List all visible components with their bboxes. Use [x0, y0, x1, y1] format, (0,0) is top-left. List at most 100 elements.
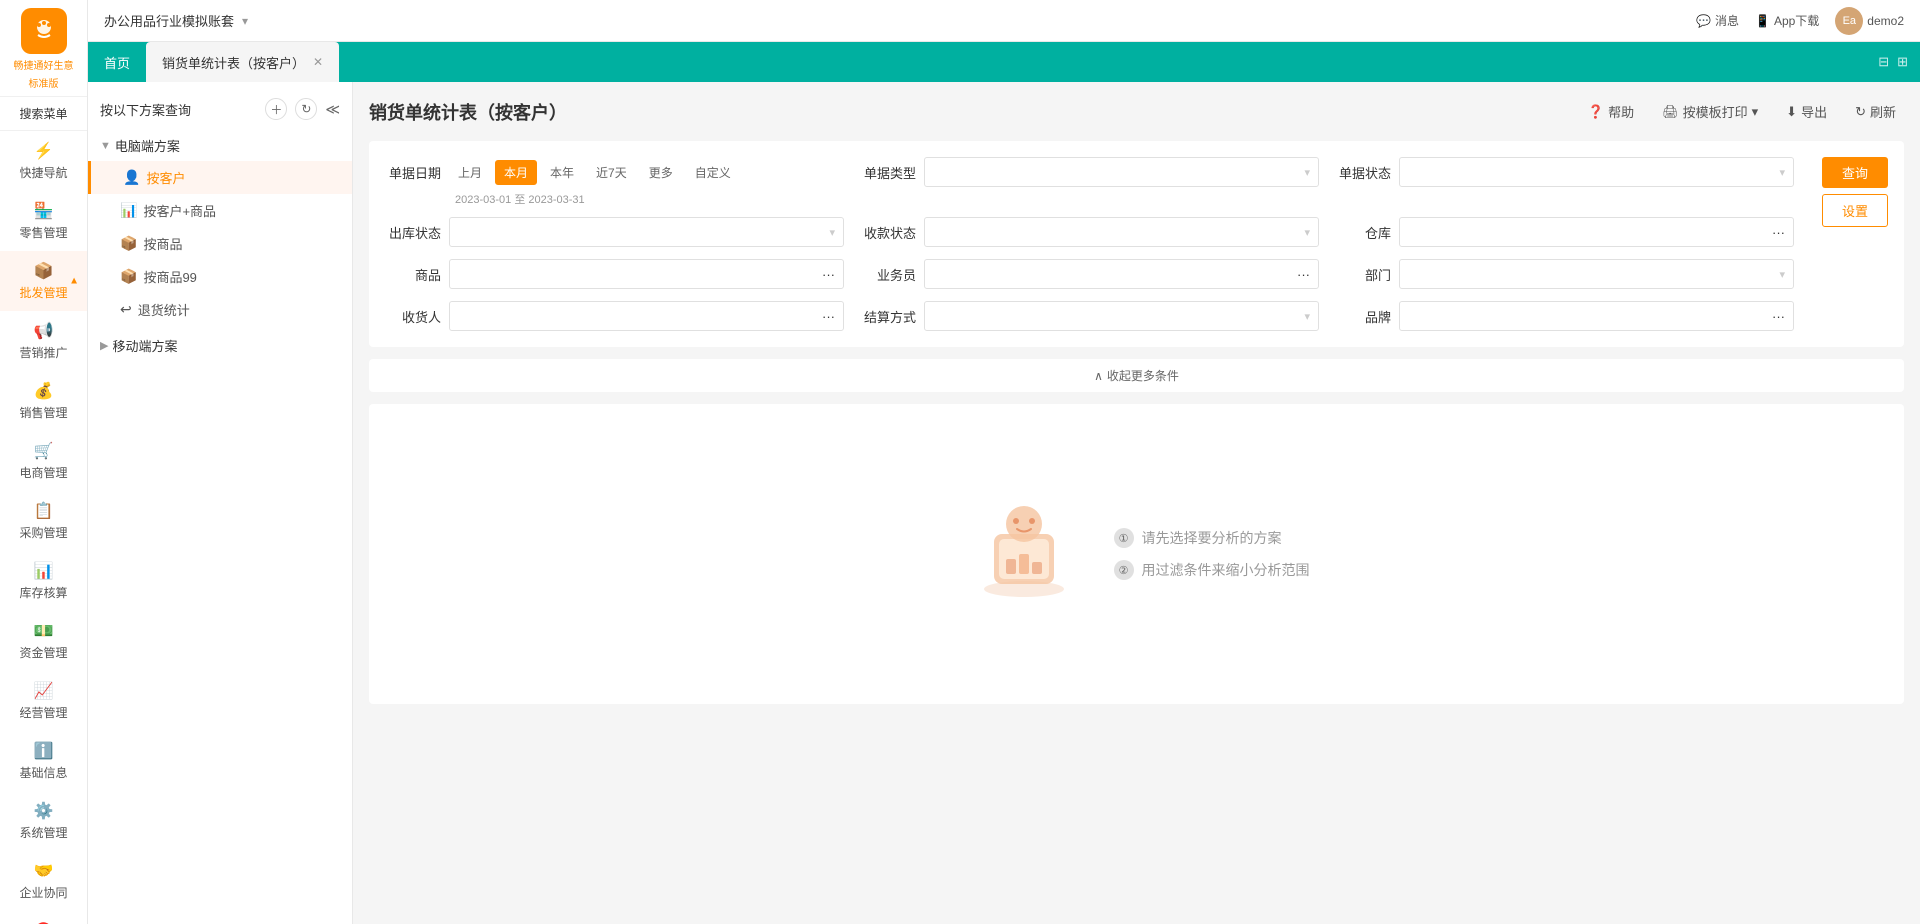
step-num-2: ② [1114, 560, 1134, 580]
doc-status-select[interactable]: ▾ [1399, 157, 1794, 187]
minimize-icon[interactable]: ⊟ [1878, 54, 1889, 70]
doc-type-select[interactable]: ▾ [924, 157, 1319, 187]
filter-receipt: 收款状态 ▾ [860, 217, 1319, 247]
tree-item-by-goods[interactable]: 📦 按商品 [88, 227, 352, 260]
filter-date: 单据日期 上月 本月 本年 近7天 更多 自定义 [385, 160, 844, 185]
sidebar-item-system[interactable]: ⚙️ 系统管理 [0, 791, 87, 851]
settings-btn[interactable]: 设置 [1822, 194, 1888, 227]
tree-item-by-goods-99[interactable]: 📦 按商品99 [88, 260, 352, 293]
sidebar-item-sales[interactable]: 💰 销售管理 [0, 371, 87, 431]
warehouse-input[interactable]: ··· [1399, 217, 1794, 247]
desktop-section: ▼ 电脑端方案 👤 按客户 📊 按客户+商品 📦 按商品 📦 按商品 [88, 130, 352, 326]
query-btn[interactable]: 查询 [1822, 157, 1888, 188]
sidebar-item-marketing[interactable]: 📢 营销推广 [0, 311, 87, 371]
basic-icon: ℹ️ [34, 741, 54, 761]
filter-row-1: 单据日期 上月 本月 本年 近7天 更多 自定义 [385, 157, 1794, 187]
mobile-section: ▶ 移动端方案 [88, 330, 352, 361]
search-menu-label[interactable]: 搜索菜单 [19, 105, 67, 122]
sidebar-search[interactable]: 搜索菜单 [0, 97, 87, 131]
sidebar-item-operations[interactable]: 📈 经营管理 [0, 671, 87, 731]
operations-label: 经营管理 [19, 704, 67, 721]
sidebar-item-quick-nav[interactable]: ⚡ 快捷导航 [0, 131, 87, 191]
outstock-label: 出库状态 [385, 223, 441, 242]
tab-expand[interactable]: ⊟ ⊞ [1866, 54, 1920, 70]
template-print-btn[interactable]: 🖨 按模板打印 ▾ [1654, 98, 1766, 125]
sidebar-item-wholesale[interactable]: 📦 批发管理 ▲ [0, 251, 87, 311]
panel-collapse-btn[interactable]: ≪ [325, 101, 340, 118]
date-btn-this-month[interactable]: 本月 [495, 160, 537, 185]
export-btn[interactable]: ⬇ 导出 [1778, 98, 1835, 125]
filter-row-2: 出库状态 ▾ 收款状态 ▾ [385, 217, 1794, 247]
receiver-dots: ··· [822, 309, 835, 324]
desktop-section-header[interactable]: ▼ 电脑端方案 [88, 130, 352, 161]
outstock-select[interactable]: ▾ [449, 217, 844, 247]
staff-input[interactable]: ··· [924, 259, 1319, 289]
panel-refresh-btn[interactable]: ↻ [295, 98, 317, 120]
right-panel: 销货单统计表（按客户） ❓ 帮助 🖨 按模板打印 ▾ ⬇ 导出 [353, 82, 1920, 924]
export-label: 导出 [1801, 102, 1827, 121]
sidebar-item-collab[interactable]: 🤝 企业协同 [0, 851, 87, 911]
tree-item-return-stats[interactable]: ↩ 退货统计 [88, 293, 352, 326]
maximize-icon[interactable]: ⊞ [1897, 54, 1908, 70]
sidebar-item-purchase[interactable]: 📋 采购管理 [0, 491, 87, 551]
date-range-text: 2023-03-01 至 2023-03-31 [455, 194, 585, 206]
desktop-section-label: 电脑端方案 [115, 136, 180, 155]
receiver-input[interactable]: ··· [449, 301, 844, 331]
empty-step-1: ① 请先选择要分析的方案 [1114, 528, 1310, 548]
refresh-btn[interactable]: ↻ 刷新 [1847, 98, 1904, 125]
collab-icon: 🤝 [34, 861, 54, 881]
sidebar-item-inventory[interactable]: 📊 库存核算 [0, 551, 87, 611]
settlement-select[interactable]: ▾ [924, 301, 1319, 331]
marketing-icon: 📢 [34, 321, 54, 341]
help-btn[interactable]: ❓ 帮助 [1580, 98, 1642, 125]
sidebar-item-basic[interactable]: ℹ️ 基础信息 [0, 731, 87, 791]
dept-select[interactable]: ▾ [1399, 259, 1794, 289]
user-action[interactable]: Ea demo2 [1835, 7, 1904, 35]
basic-label: 基础信息 [19, 764, 67, 781]
goods-dots: ··· [822, 267, 835, 282]
tree-item-by-customer-goods[interactable]: 📊 按客户+商品 [88, 194, 352, 227]
date-btn-7days[interactable]: 近7天 [587, 160, 636, 185]
left-panel: 按以下方案查询 ＋ ↻ ≪ ▼ 电脑端方案 👤 按客户 📊 按 [88, 82, 353, 924]
tab-sales-stat[interactable]: 销货单统计表（按客户） ✕ [146, 42, 339, 82]
tab-sales-stat-label: 销货单统计表（按客户） [162, 53, 305, 72]
date-btn-more[interactable]: 更多 [640, 160, 682, 185]
sidebar-item-finance[interactable]: 💵 资金管理 [0, 611, 87, 671]
panel-title: 按以下方案查询 [100, 100, 191, 119]
wholesale-arrow: ▲ [69, 276, 79, 287]
filter-settlement: 结算方式 ▾ [860, 301, 1319, 331]
mobile-section-header[interactable]: ▶ 移动端方案 [88, 330, 352, 361]
sidebar-item-guide[interactable]: 🎯 新手引导 [0, 911, 87, 924]
dept-label: 部门 [1335, 265, 1391, 284]
date-btn-custom[interactable]: 自定义 [686, 160, 740, 185]
receipt-select[interactable]: ▾ [924, 217, 1319, 247]
message-action[interactable]: 💬 消息 [1696, 12, 1739, 29]
tree-item-by-customer[interactable]: 👤 按客户 [88, 161, 352, 194]
tab-home[interactable]: 首页 [88, 42, 146, 82]
filter-staff: 业务员 ··· [860, 259, 1319, 289]
collab-label: 企业协同 [19, 884, 67, 901]
filter-dept: 部门 ▾ [1335, 259, 1794, 289]
date-btn-this-year[interactable]: 本年 [541, 160, 583, 185]
date-btn-last-month[interactable]: 上月 [449, 160, 491, 185]
collapse-bar[interactable]: ∧ 收起更多条件 [369, 359, 1904, 392]
panel-add-btn[interactable]: ＋ [265, 98, 287, 120]
purchase-icon: 📋 [34, 501, 54, 521]
date-quick-group: 上月 本月 本年 近7天 更多 自定义 [449, 160, 740, 185]
step2-text: 用过滤条件来缩小分析范围 [1142, 560, 1310, 580]
sidebar-item-retail[interactable]: 🏪 零售管理 [0, 191, 87, 251]
brand-input[interactable]: ··· [1399, 301, 1794, 331]
goods-input[interactable]: ··· [449, 259, 844, 289]
by-goods-label: 按商品 [143, 234, 182, 253]
tab-bar: 首页 销货单统计表（按客户） ✕ ⊟ ⊞ [88, 42, 1920, 82]
tab-close-icon[interactable]: ✕ [313, 55, 323, 69]
desktop-arrow: ▼ [100, 140, 111, 152]
header-dropdown-icon[interactable]: ▾ [242, 14, 248, 28]
refresh-icon: ↻ [1855, 104, 1866, 120]
app-download-action[interactable]: 📱 App下载 [1755, 12, 1819, 29]
by-customer-goods-label: 按客户+商品 [143, 201, 216, 220]
sidebar-item-ecommerce[interactable]: 🛒 电商管理 [0, 431, 87, 491]
inventory-icon: 📊 [34, 561, 54, 581]
action-buttons: 查询 设置 [1822, 157, 1888, 227]
wholesale-icon: 📦 [34, 261, 54, 281]
